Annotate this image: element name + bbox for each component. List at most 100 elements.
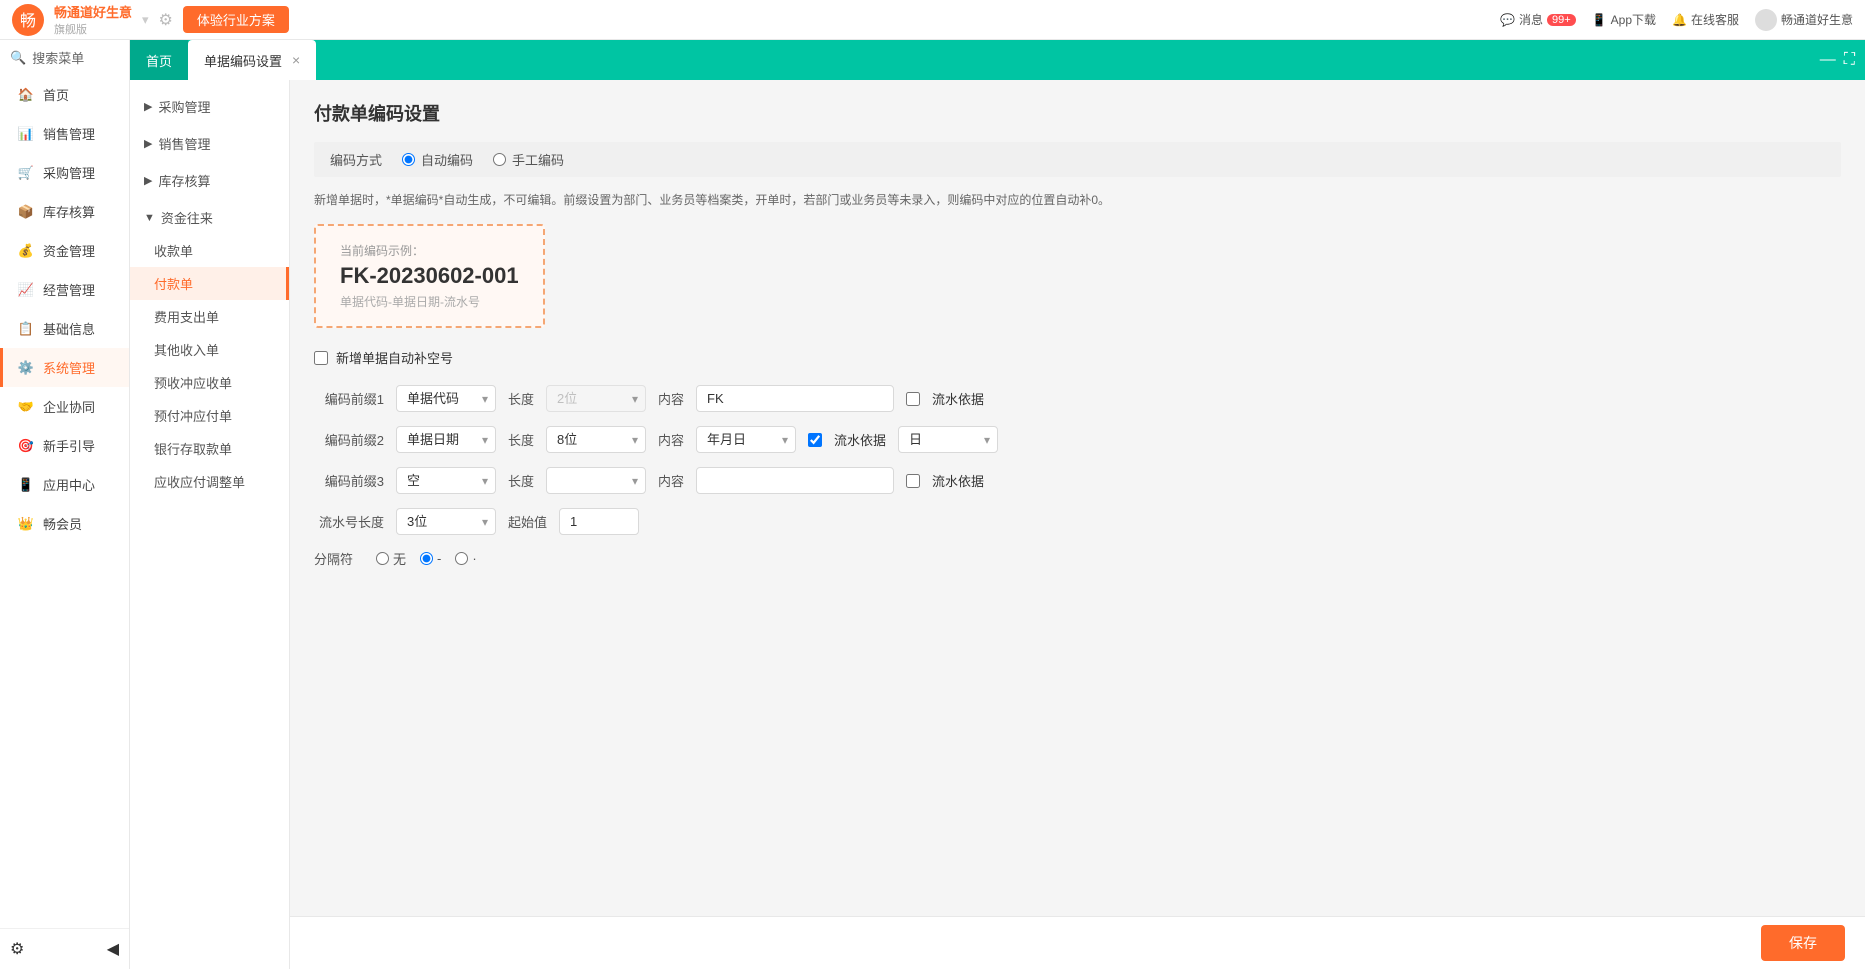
content1-input[interactable] xyxy=(696,385,894,412)
sep-none-option[interactable]: 无 xyxy=(376,549,406,568)
length3-select[interactable] xyxy=(546,467,646,494)
sidebar-enterprise-label: 企业协同 xyxy=(43,397,95,416)
manual-encoding-option[interactable]: 手工编码 xyxy=(493,150,564,169)
sidebar-item-apps[interactable]: 📱 应用中心 xyxy=(0,465,129,504)
online-service-button[interactable]: 🔔 在线客服 xyxy=(1672,11,1739,28)
sub-sidebar: ▶ 采购管理 ▶ 销售管理 ▶ 库存核算 xyxy=(130,80,290,969)
content2-select[interactable]: 年月日 xyxy=(696,426,796,453)
prefix3-select[interactable]: 空 xyxy=(396,467,496,494)
sep-dash-option[interactable]: - xyxy=(420,551,441,566)
sidebar-item-sales[interactable]: 📊 销售管理 xyxy=(0,114,129,153)
sub-nav-expense[interactable]: 费用支出单 xyxy=(130,300,289,333)
sub-nav-inventory-header[interactable]: ▶ 库存核算 xyxy=(130,164,289,197)
sidebar-item-operations[interactable]: 📈 经营管理 xyxy=(0,270,129,309)
sidebar-settings-icon[interactable]: ⚙ xyxy=(10,939,24,959)
tab-encoding-settings[interactable]: 单据编码设置 × xyxy=(188,40,316,80)
sub-nav-pre-receipt[interactable]: 预收冲应收单 xyxy=(130,366,289,399)
header-left: 畅 畅通道好生意 旗舰版 ▾ ⚙ 体验行业方案 xyxy=(12,2,289,37)
sub-nav-sales-header[interactable]: ▶ 销售管理 xyxy=(130,127,289,160)
serial-depend3-checkbox[interactable] xyxy=(906,474,920,488)
sidebar-bottom: ⚙ ◀ xyxy=(0,928,129,969)
sidebar-item-home[interactable]: 🏠 首页 xyxy=(0,75,129,114)
edition-label: 旗舰版 xyxy=(54,21,132,37)
sidebar-item-enterprise[interactable]: 🤝 企业协同 xyxy=(0,387,129,426)
sep-dash-radio[interactable] xyxy=(420,552,433,565)
sep-dot-option[interactable]: · xyxy=(455,551,476,566)
prefix3-label: 编码前缀3 xyxy=(314,471,384,490)
apps-icon: 📱 xyxy=(17,476,35,494)
auto-fill-checkbox[interactable] xyxy=(314,351,328,365)
sub-nav-purchase-header[interactable]: ▶ 采购管理 xyxy=(130,90,289,123)
sidebar-purchase-label: 采购管理 xyxy=(43,163,95,182)
sidebar-item-finance[interactable]: 💰 资金管理 xyxy=(0,231,129,270)
tab-home[interactable]: 首页 xyxy=(130,40,188,80)
inventory-icon: 📦 xyxy=(17,203,35,221)
sub-nav-bank[interactable]: 银行存取款单 xyxy=(130,432,289,465)
code-preview-box: 当前编码示例： FK-20230602-001 单据代码-单据日期-流水号 xyxy=(314,224,545,328)
sidebar-base-label: 基础信息 xyxy=(43,319,95,338)
message-button[interactable]: 💬 消息 99+ xyxy=(1500,11,1576,28)
message-icon: 💬 xyxy=(1500,13,1515,27)
sep-none-radio[interactable] xyxy=(376,552,389,565)
sidebar-item-base[interactable]: 📋 基础信息 xyxy=(0,309,129,348)
chevron-right-icon-inventory: ▶ xyxy=(144,174,152,187)
auto-encoding-option[interactable]: 自动编码 xyxy=(402,150,473,169)
tab-close-icon[interactable]: × xyxy=(292,52,300,68)
dropdown-arrow[interactable]: ▾ xyxy=(142,12,149,28)
serial-length-select[interactable]: 3位 xyxy=(396,508,496,535)
serial-depend1-checkbox[interactable] xyxy=(906,392,920,406)
length2-select[interactable]: 8位 xyxy=(546,426,646,453)
prefix2-select[interactable]: 单据日期 xyxy=(396,426,496,453)
base-icon: 📋 xyxy=(17,320,35,338)
sidebar-item-newbie[interactable]: 🎯 新手引导 xyxy=(0,426,129,465)
separator-options: 无 - · xyxy=(376,549,477,568)
content3-input[interactable] xyxy=(696,467,894,494)
content-area: ▶ 采购管理 ▶ 销售管理 ▶ 库存核算 xyxy=(130,80,1865,969)
manual-encoding-radio[interactable] xyxy=(493,153,506,166)
length1-select[interactable]: 2位 xyxy=(546,385,646,412)
sub-nav-adjustment[interactable]: 应收应付调整单 xyxy=(130,465,289,498)
sub-nav-receipt[interactable]: 收款单 xyxy=(130,234,289,267)
svg-text:畅: 畅 xyxy=(20,12,36,30)
encoding-mode-label: 编码方式 xyxy=(330,150,382,169)
sep-dot-radio[interactable] xyxy=(455,552,468,565)
active-tab-label: 单据编码设置 xyxy=(204,51,282,70)
serial2-unit-select[interactable]: 日 xyxy=(898,426,998,453)
sub-nav-capital-header[interactable]: ▼ 资金往来 xyxy=(130,201,289,234)
auto-encoding-radio[interactable] xyxy=(402,153,415,166)
newbie-icon: 🎯 xyxy=(17,437,35,455)
start-value-input[interactable] xyxy=(559,508,639,535)
sub-nav-payment[interactable]: 付款单 xyxy=(130,267,289,300)
prefix1-select[interactable]: 单据代码 xyxy=(396,385,496,412)
length2-label: 长度 xyxy=(508,430,534,449)
serial-depend2-checkbox[interactable] xyxy=(808,433,822,447)
length1-select-wrapper: 2位 xyxy=(546,385,646,412)
user-info[interactable]: 畅通道好生意 xyxy=(1755,9,1853,31)
separator-row: 分隔符 无 - · xyxy=(314,549,1841,568)
sep-dash-label: - xyxy=(437,551,441,566)
sub-nav-other-income[interactable]: 其他收入单 xyxy=(130,333,289,366)
company-name: 畅通道好生意 xyxy=(54,2,132,21)
sidebar-collapse-icon[interactable]: ◀ xyxy=(107,939,119,959)
sidebar-item-purchase[interactable]: 🛒 采购管理 xyxy=(0,153,129,192)
sidebar-item-inventory[interactable]: 📦 库存核算 xyxy=(0,192,129,231)
sub-nav-pre-payment[interactable]: 预付冲应付单 xyxy=(130,399,289,432)
tab-minimize-button[interactable]: — xyxy=(1820,51,1836,69)
sidebar-inventory-label: 库存核算 xyxy=(43,202,95,221)
operations-icon: 📈 xyxy=(17,281,35,299)
save-button[interactable]: 保存 xyxy=(1761,925,1845,961)
sidebar-item-system[interactable]: ⚙️ 系统管理 xyxy=(0,348,129,387)
tab-maximize-button[interactable]: ⛶ xyxy=(1844,51,1855,69)
sidebar-newbie-label: 新手引导 xyxy=(43,436,95,455)
sidebar-item-member[interactable]: 👑 畅会员 xyxy=(0,504,129,543)
system-icon: ⚙️ xyxy=(17,359,35,377)
sidebar-apps-label: 应用中心 xyxy=(43,475,95,494)
serial-depend1-label: 流水依据 xyxy=(932,389,984,408)
settings-gear-icon[interactable]: ⚙ xyxy=(159,10,173,30)
logo-icon: 畅 xyxy=(12,4,44,36)
prefix1-row: 编码前缀1 单据代码 长度 2位 内容 xyxy=(314,385,1841,412)
search-menu[interactable]: 🔍 搜索菜单 xyxy=(0,40,129,75)
experience-button[interactable]: 体验行业方案 xyxy=(183,6,289,33)
app-download-button[interactable]: 📱 App下载 xyxy=(1592,11,1656,28)
search-menu-label: 搜索菜单 xyxy=(32,48,84,67)
